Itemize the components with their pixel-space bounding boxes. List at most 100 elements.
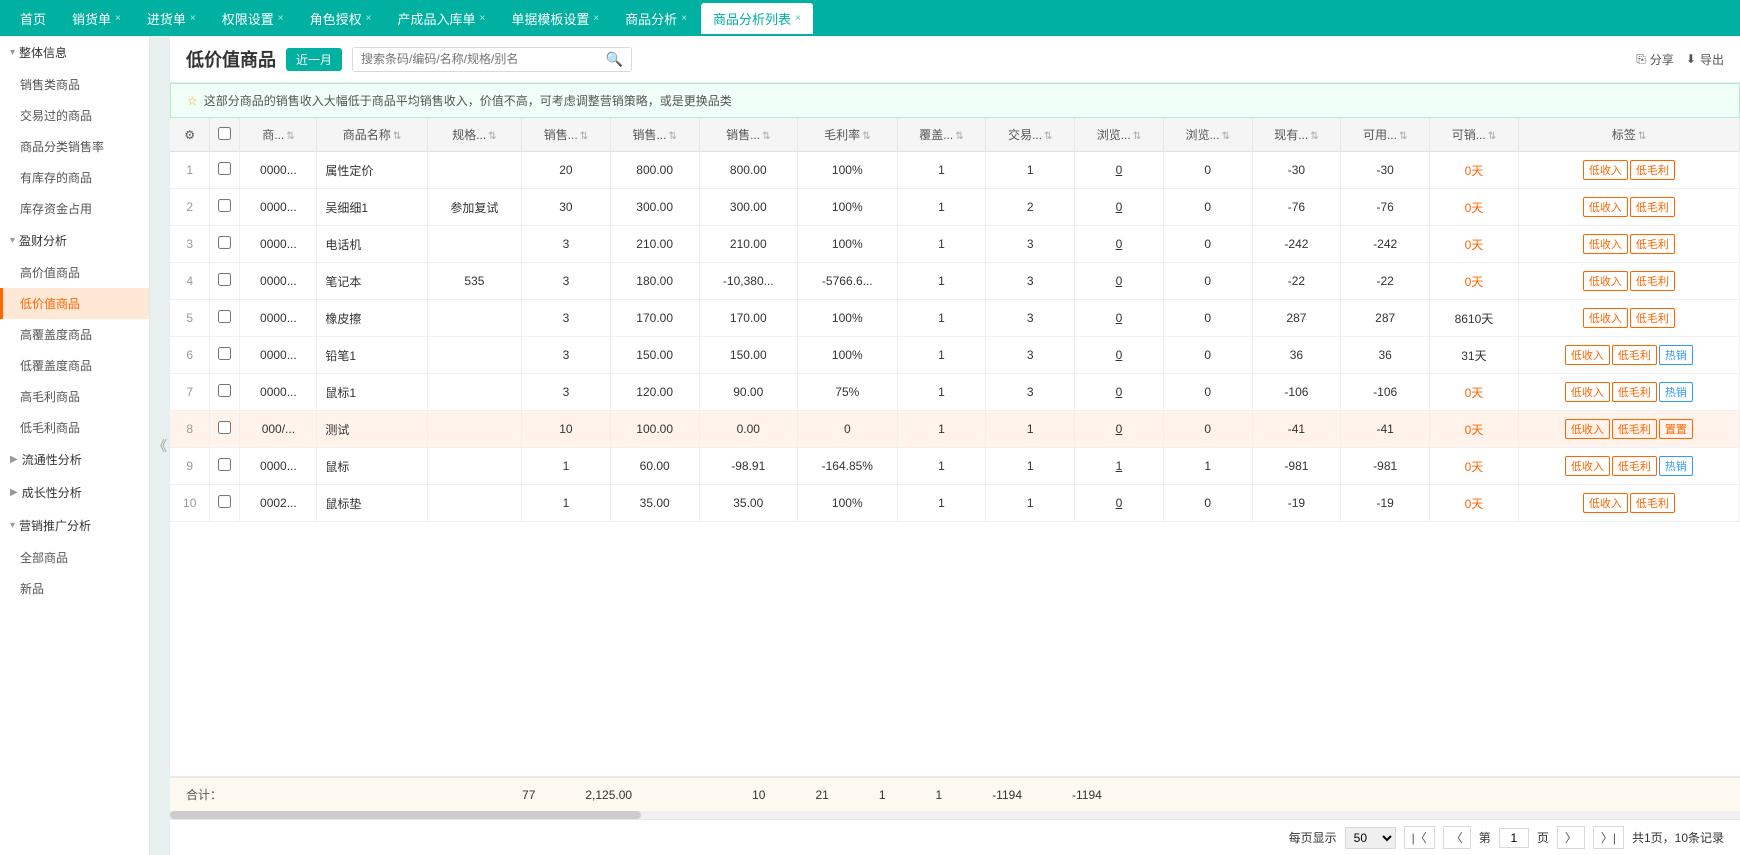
browse1-link[interactable]: 0 [1116,163,1123,177]
select-all-checkbox[interactable] [218,127,231,140]
search-icon[interactable]: 🔍 [606,51,623,68]
sidebar-item-category-sales-rate[interactable]: 商品分类销售率 [0,131,149,162]
col-browse1[interactable]: 浏览...⇅ [1075,118,1164,152]
cell-checkbox[interactable] [210,300,240,337]
cell-checkbox[interactable] [210,411,240,448]
sidebar-item-inventory-capital[interactable]: 库存资金占用 [0,193,149,224]
sidebar-item-new-products[interactable]: 新品 [0,573,149,604]
sidebar-item-low-margin[interactable]: 低毛利商品 [0,412,149,443]
cell-checkbox[interactable] [210,226,240,263]
first-page-button[interactable]: |〈 [1404,826,1435,849]
nav-purchase-close[interactable]: × [190,13,196,24]
time-filter-button[interactable]: 近一月 [286,48,342,71]
col-spec[interactable]: 规格...⇅ [427,118,521,152]
nav-item-finished-goods[interactable]: 产成品入库单 × [385,3,497,34]
row-checkbox[interactable] [218,236,231,249]
cell-checkbox[interactable] [210,263,240,300]
nav-permissions-close[interactable]: × [278,13,284,24]
sidebar-item-stocked-products[interactable]: 有库存的商品 [0,162,149,193]
sidebar-item-high-coverage[interactable]: 高覆盖度商品 [0,319,149,350]
cell-checkbox[interactable] [210,189,240,226]
nav-item-permissions[interactable]: 权限设置 × [210,3,296,34]
browse1-link[interactable]: 0 [1116,274,1123,288]
cell-browse1[interactable]: 0 [1075,485,1164,522]
cell-browse1[interactable]: 0 [1075,374,1164,411]
sidebar-item-sales-products[interactable]: 销售类商品 [0,69,149,100]
prev-page-button[interactable]: 〈 [1443,826,1471,849]
nav-item-analysis-list[interactable]: 商品分析列表 × [701,3,813,34]
export-button[interactable]: ⬇ 导出 [1686,51,1724,68]
page-size-select[interactable]: 50 100 200 [1345,827,1396,849]
nav-item-sales[interactable]: 销货单 × [60,3,133,34]
row-checkbox[interactable] [218,458,231,471]
col-browse2[interactable]: 浏览...⇅ [1163,118,1252,152]
last-page-button[interactable]: 〉| [1593,826,1624,849]
nav-sales-close[interactable]: × [115,13,121,24]
browse1-link[interactable]: 0 [1116,496,1123,510]
sidebar-collapse-button[interactable]: 《 [150,36,170,855]
nav-product-analysis-close[interactable]: × [681,13,687,24]
nav-finished-close[interactable]: × [479,13,485,24]
page-number-input[interactable] [1499,828,1529,848]
cell-checkbox[interactable] [210,374,240,411]
share-button[interactable]: ⎘ 分享 [1636,51,1674,68]
next-page-button[interactable]: 〉 [1557,826,1585,849]
sidebar-item-traded-products[interactable]: 交易过的商品 [0,100,149,131]
nav-roles-close[interactable]: × [366,13,372,24]
nav-item-roles[interactable]: 角色授权 × [298,3,384,34]
browse1-link[interactable]: 0 [1116,422,1123,436]
nav-item-product-analysis[interactable]: 商品分析 × [613,3,699,34]
cell-browse1[interactable]: 1 [1075,448,1164,485]
browse1-link[interactable]: 0 [1116,237,1123,251]
col-code[interactable]: 商...⇅ [240,118,317,152]
sidebar-item-low-value[interactable]: 低价值商品 [0,288,149,319]
col-gross-rate[interactable]: 毛利率⇅ [798,118,898,152]
row-checkbox[interactable] [218,199,231,212]
sidebar-item-all-products[interactable]: 全部商品 [0,542,149,573]
row-checkbox[interactable] [218,310,231,323]
nav-template-close[interactable]: × [593,13,599,24]
sidebar-group-growth[interactable]: ▶ 成长性分析 [0,476,149,509]
col-tags[interactable]: 标签⇅ [1518,118,1739,152]
nav-item-template[interactable]: 单据模板设置 × [499,3,611,34]
cell-browse1[interactable]: 0 [1075,411,1164,448]
col-available-stock[interactable]: 可用...⇅ [1341,118,1430,152]
search-input[interactable] [361,52,602,66]
nav-item-home[interactable]: 首页 [8,3,58,34]
scrollbar-thumb[interactable] [170,811,641,819]
sidebar-group-profit[interactable]: ▾ 盈财分析 [0,224,149,257]
browse1-link[interactable]: 1 [1116,459,1123,473]
row-checkbox[interactable] [218,384,231,397]
sidebar-group-overall[interactable]: ▾ 整体信息 [0,36,149,69]
browse1-link[interactable]: 0 [1116,311,1123,325]
row-checkbox[interactable] [218,421,231,434]
row-checkbox[interactable] [218,162,231,175]
cell-browse1[interactable]: 0 [1075,189,1164,226]
cell-checkbox[interactable] [210,337,240,374]
col-sale-price[interactable]: 销售...⇅ [610,118,699,152]
col-trade[interactable]: 交易...⇅ [986,118,1075,152]
col-settings[interactable]: ⚙ [170,118,210,152]
col-saleable[interactable]: 可销...⇅ [1430,118,1519,152]
col-name[interactable]: 商品名称⇅ [317,118,427,152]
row-checkbox[interactable] [218,495,231,508]
col-coverage[interactable]: 覆盖...⇅ [897,118,986,152]
row-checkbox[interactable] [218,273,231,286]
browse1-link[interactable]: 0 [1116,348,1123,362]
col-sale-qty[interactable]: 销售...⇅ [522,118,611,152]
cell-browse1[interactable]: 0 [1075,152,1164,189]
sidebar-group-marketing[interactable]: ▾ 营销推广分析 [0,509,149,542]
col-sale-amount[interactable]: 销售...⇅ [699,118,797,152]
cell-browse1[interactable]: 0 [1075,337,1164,374]
col-checkbox[interactable] [210,118,240,152]
cell-browse1[interactable]: 0 [1075,226,1164,263]
cell-browse1[interactable]: 0 [1075,263,1164,300]
sidebar-group-liquidity[interactable]: ▶ 流通性分析 [0,443,149,476]
sidebar-item-high-margin[interactable]: 高毛利商品 [0,381,149,412]
cell-browse1[interactable]: 0 [1075,300,1164,337]
nav-analysis-list-close[interactable]: × [795,13,801,24]
cell-checkbox[interactable] [210,152,240,189]
cell-checkbox[interactable] [210,485,240,522]
nav-item-purchase[interactable]: 进货单 × [135,3,208,34]
row-checkbox[interactable] [218,347,231,360]
